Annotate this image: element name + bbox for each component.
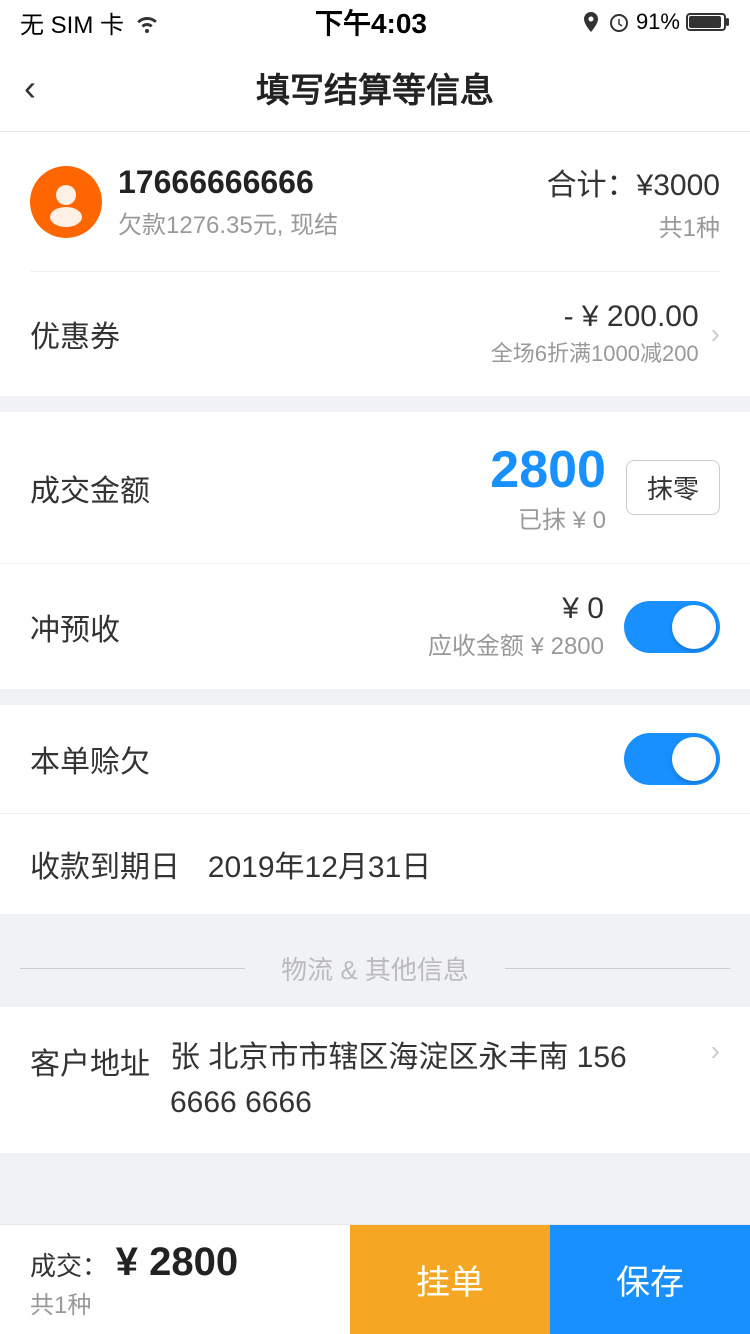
status-left: 无 SIM 卡: [20, 5, 162, 40]
round-button[interactable]: 抹零: [626, 460, 720, 515]
address-section: 客户地址 张 北京市市辖区海淀区永丰南 156 6666 6666 ›: [0, 1007, 750, 1153]
address-row[interactable]: 客户地址 张 北京市市辖区海淀区永丰南 156 6666 6666 ›: [0, 1007, 750, 1153]
battery-icon: [686, 11, 730, 33]
debt-row: 本单赊欠: [0, 705, 750, 813]
customer-left: 17666666666 欠款1276.35元, 现结: [30, 164, 338, 240]
avatar: [30, 166, 102, 238]
debt-label: 本单赊欠: [30, 737, 150, 781]
customer-info: 17666666666 欠款1276.35元, 现结: [118, 164, 338, 240]
prepaid-toggle[interactable]: [624, 601, 720, 653]
deal-row: 成交金额 2800 已抹 ¥ 0 抹零: [0, 412, 750, 563]
time-display: 下午4:03: [315, 2, 427, 42]
total-count: 共1种: [547, 208, 720, 243]
content: 17666666666 欠款1276.35元, 现结 合计：¥3000 共1种 …: [0, 132, 750, 1273]
battery-pct: 91%: [636, 9, 680, 35]
address-label: 客户地址: [30, 1035, 150, 1083]
deal-right: 2800 已抹 ¥ 0 抹零: [490, 440, 720, 535]
customer-sub: 欠款1276.35元, 现结: [118, 205, 338, 240]
bottom-deal-count: 共1种: [30, 1285, 320, 1320]
coupon-right: - ¥ 200.00 全场6折满1000减200 ›: [491, 300, 720, 368]
customer-section: 17666666666 欠款1276.35元, 现结 合计：¥3000 共1种 …: [0, 132, 750, 396]
customer-total: 合计：¥3000 共1种: [547, 160, 720, 243]
status-right: 91%: [580, 9, 730, 35]
prepaid-right: ¥ 0 应收金额 ¥ 2800: [428, 592, 720, 661]
toggle-knob: [672, 605, 716, 649]
duedate-label: 收款到期日: [30, 851, 180, 884]
customer-phone: 17666666666: [118, 164, 338, 201]
coupon-row[interactable]: 优惠券 - ¥ 200.00 全场6折满1000减200 ›: [0, 272, 750, 396]
sim-status: 无 SIM 卡: [20, 5, 124, 40]
address-chevron-icon: ›: [711, 1035, 720, 1067]
logistics-line-left: [20, 968, 245, 969]
deal-number: 2800: [490, 440, 606, 500]
logistics-title: 物流 & 其他信息: [281, 950, 469, 987]
bottom-deal-amount: ¥ 2800: [116, 1240, 238, 1284]
debt-toggle-knob: [672, 737, 716, 781]
prepaid-amount: ¥ 0: [428, 592, 604, 626]
prepaid-label: 冲预收: [30, 605, 120, 649]
coupon-label: 优惠券: [30, 312, 120, 356]
debt-toggle[interactable]: [624, 733, 720, 785]
bottom-deal-info: 成交： ¥ 2800 共1种: [0, 1240, 350, 1320]
debt-section: 本单赊欠 收款到期日 2019年12月31日: [0, 705, 750, 914]
logistics-line-right: [505, 968, 730, 969]
duedate-row: 收款到期日 2019年12月31日: [0, 813, 750, 914]
deal-label: 成交金额: [30, 466, 150, 510]
customer-row: 17666666666 欠款1276.35元, 现结 合计：¥3000 共1种: [0, 132, 750, 271]
total-amount: 合计：¥3000: [547, 160, 720, 204]
coupon-value: - ¥ 200.00 全场6折满1000减200: [491, 300, 699, 368]
bottom-deal-label: 成交：: [30, 1251, 108, 1281]
page-title: 填写结算等信息: [256, 63, 494, 112]
wifi-icon: [132, 11, 162, 33]
bottom-bar: 成交： ¥ 2800 共1种 挂单 保存: [0, 1224, 750, 1334]
nav-bar: ‹ 填写结算等信息: [0, 44, 750, 132]
amount-section: 成交金额 2800 已抹 ¥ 0 抹零 冲预收 ¥ 0 应收金额 ¥ 2800: [0, 412, 750, 689]
save-button[interactable]: 保存: [550, 1225, 750, 1334]
bottom-deal-label-row: 成交： ¥ 2800: [30, 1240, 320, 1285]
prepaid-amount-block: ¥ 0 应收金额 ¥ 2800: [428, 592, 604, 661]
prepaid-row: 冲预收 ¥ 0 应收金额 ¥ 2800: [0, 563, 750, 689]
prepaid-sub: 应收金额 ¥ 2800: [428, 626, 604, 661]
coupon-desc: 全场6折满1000减200: [491, 336, 699, 368]
duedate-value: 2019年12月31日: [208, 851, 431, 884]
back-button[interactable]: ‹: [24, 67, 36, 109]
logistics-header: 物流 & 其他信息: [0, 930, 750, 1007]
pending-button[interactable]: 挂单: [350, 1225, 550, 1334]
location-icon: [580, 11, 602, 33]
address-value: 张 北京市市辖区海淀区永丰南 156 6666 6666: [170, 1035, 691, 1125]
deal-sub: 已抹 ¥ 0: [490, 500, 606, 535]
alarm-icon: [608, 11, 630, 33]
deal-amount-block: 2800 已抹 ¥ 0: [490, 440, 606, 535]
coupon-amount: - ¥ 200.00: [491, 300, 699, 334]
status-bar: 无 SIM 卡 下午4:03 91%: [0, 0, 750, 44]
chevron-right-icon: ›: [711, 318, 720, 350]
